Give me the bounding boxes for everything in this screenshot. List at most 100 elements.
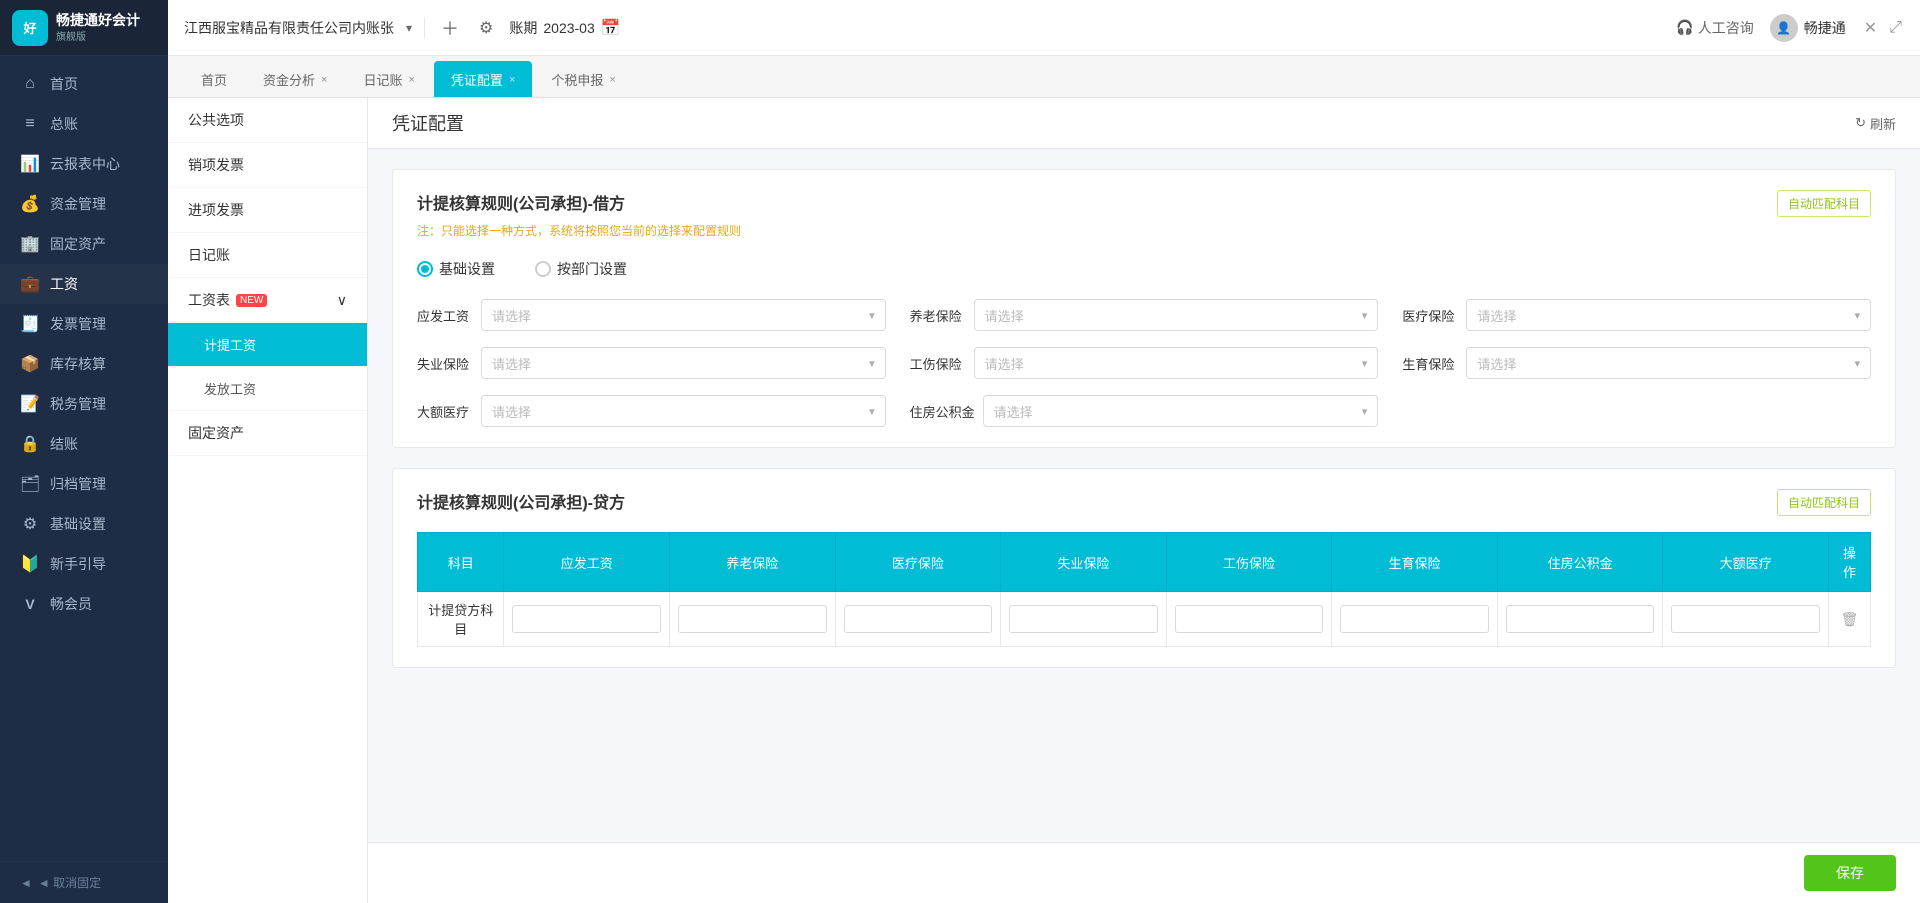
tab-tax-close[interactable]: × [609,74,615,86]
sidebar-item-salary[interactable]: 💼 工资 [0,264,168,304]
input-yanglao[interactable] [678,605,827,633]
radio-dept[interactable]: 按部门设置 [535,259,627,279]
user-menu[interactable]: 👤 畅捷通 [1770,14,1846,42]
close-window-icon[interactable]: ✕ [1862,16,1879,40]
cell-shiye[interactable] [1001,592,1167,647]
settings-icon: ⚙ [20,514,40,534]
left-menu-sales[interactable]: 销项发票 [168,143,367,188]
invoice-icon: 🧾 [20,314,40,334]
select-shengyu[interactable]: 请选择 ▾ [1466,347,1871,379]
label-gongshang: 工伤保险 [910,354,966,373]
tab-voucher[interactable]: 凭证配置 × [434,61,532,97]
input-zhufang[interactable] [1506,605,1655,633]
select-gongshang[interactable]: 请选择 ▾ [974,347,1379,379]
cell-subject-label: 计提贷方科目 [418,592,504,647]
col-yanglao: 养老保险 [670,533,836,592]
sidebar-item-guide[interactable]: 🔰 新手引导 [0,544,168,584]
topbar-gear-icon[interactable]: ⚙ [475,14,497,42]
sidebar-item-close[interactable]: 🔒 结账 [0,424,168,464]
left-menu-journal[interactable]: 日记账 [168,233,367,278]
input-gongshang[interactable] [1175,605,1324,633]
sidebar-item-archive[interactable]: 🗂 归档管理 [0,464,168,504]
input-shengyu[interactable] [1340,605,1489,633]
sidebar-item-capital[interactable]: 💰 资金管理 [0,184,168,224]
input-shiye[interactable] [1009,605,1158,633]
vip-icon: V [20,596,40,612]
left-menu-pay-salary[interactable]: 发放工资 [168,367,367,411]
sidebar-item-invoice[interactable]: 🧾 发票管理 [0,304,168,344]
input-yingfa[interactable] [512,605,661,633]
label-shengyu: 生育保险 [1402,354,1458,373]
col-zhufang: 住房公积金 [1497,533,1663,592]
sidebar-label-archive: 归档管理 [50,474,106,494]
add-company-btn[interactable]: ＋ [437,11,463,45]
tabbar: 首页 资金分析 × 日记账 × 凭证配置 × 个税申报 × [168,56,1920,98]
select-yiliao[interactable]: 请选择 ▾ [1466,299,1871,331]
select-daeyi[interactable]: 请选择 ▾ [481,395,886,427]
left-menu-calc-salary[interactable]: 计提工资 [168,323,367,367]
cell-gongshang[interactable] [1166,592,1332,647]
collapse-label: ◄ 取消固定 [38,874,101,891]
logo-icon: 好 [12,10,48,46]
credit-section-title: 计提核算规则(公司承担)-贷方 [417,489,625,513]
tab-voucher-close[interactable]: × [509,74,515,86]
credit-auto-match-btn[interactable]: 自动匹配科目 [1777,489,1871,516]
calendar-icon[interactable]: 📅 [601,18,621,38]
expand-window-icon[interactable]: ⤢ [1887,17,1904,39]
cell-yanglao[interactable] [670,592,836,647]
sidebar-item-tax[interactable]: 📝 税务管理 [0,384,168,424]
cell-zhufang[interactable] [1497,592,1663,647]
tab-tax[interactable]: 个税申报 × [534,61,632,97]
select-shiye[interactable]: 请选择 ▾ [481,347,886,379]
input-daeyi[interactable] [1671,605,1820,633]
right-content: 凭证配置 ↻ 刷新 计提核算规则(公司承担)-借方 注：只能选择一种方式，系统将… [368,98,1920,903]
salary-table-label: 工资表 [188,290,230,310]
cell-yingfa[interactable] [504,592,670,647]
refresh-btn[interactable]: ↻ 刷新 [1855,114,1896,133]
capital-icon: 💰 [20,194,40,214]
radio-basic[interactable]: 基础设置 [417,259,495,279]
period-value[interactable]: 2023-03 [543,20,594,36]
left-menu-public[interactable]: 公共选项 [168,98,367,143]
left-menu-purchase[interactable]: 进项发票 [168,188,367,233]
chevron-down-icon: ▾ [1362,405,1368,418]
tab-journal[interactable]: 日记账 × [346,61,431,97]
tab-capital-close[interactable]: × [321,74,327,86]
select-zhufang[interactable]: 请选择 ▾ [983,395,1379,427]
save-button[interactable]: 保存 [1804,855,1896,891]
period-label: 账期 [509,18,537,38]
sidebar-collapse-btn[interactable]: ◄ ◄ 取消固定 [0,861,168,903]
sidebar-item-home[interactable]: ⌂ 首页 [0,64,168,104]
sidebar-item-report[interactable]: 📊 云报表中心 [0,144,168,184]
input-yiliao[interactable] [844,605,993,633]
left-menu-salary-table[interactable]: 工资表 NEW ∨ [168,278,367,323]
help-btn[interactable]: 🎧 人工咨询 [1676,18,1753,38]
app-sub: 旗舰版 [56,28,140,43]
left-menu-fixed-assets[interactable]: 固定资产 [168,411,367,456]
sidebar-item-settings[interactable]: ⚙ 基础设置 [0,504,168,544]
select-yingfa[interactable]: 请选择 ▾ [481,299,886,331]
select-yanglao[interactable]: 请选择 ▾ [974,299,1379,331]
debit-auto-match-btn[interactable]: 自动匹配科目 [1777,190,1871,217]
expand-icon: ∨ [337,292,347,309]
report-icon: 📊 [20,154,40,174]
sidebar-item-assets[interactable]: 🏢 固定资产 [0,224,168,264]
main-area: 江西服宝精品有限责任公司内账张 ▾ ＋ ⚙ 账期 2023-03 📅 🎧 人工咨… [168,0,1920,903]
tab-capital[interactable]: 资金分析 × [246,61,344,97]
app-name: 畅捷通好会计 [56,12,140,29]
form-item-yingfa: 应发工资 请选择 ▾ [417,299,886,331]
col-shengyu: 生育保险 [1332,533,1498,592]
cell-yiliao[interactable] [835,592,1001,647]
sidebar-item-vip[interactable]: V 畅会员 [0,584,168,624]
delete-row-icon[interactable]: 🗑 [1841,611,1859,627]
tab-journal-close[interactable]: × [408,74,414,86]
credit-table: 科目 应发工资 养老保险 医疗保险 失业保险 工伤保险 生育保险 住房公积金 大… [417,532,1871,647]
cell-daeyi[interactable] [1663,592,1829,647]
radio-dept-dot [535,261,551,277]
cell-shengyu[interactable] [1332,592,1498,647]
sidebar-item-inventory[interactable]: 📦 库存核算 [0,344,168,384]
tab-home[interactable]: 首页 [184,61,244,97]
sidebar-item-ledger[interactable]: ≡ 总账 [0,104,168,144]
col-daeyi: 大额医疗 [1663,533,1829,592]
company-dropdown[interactable]: ▾ [406,21,412,35]
